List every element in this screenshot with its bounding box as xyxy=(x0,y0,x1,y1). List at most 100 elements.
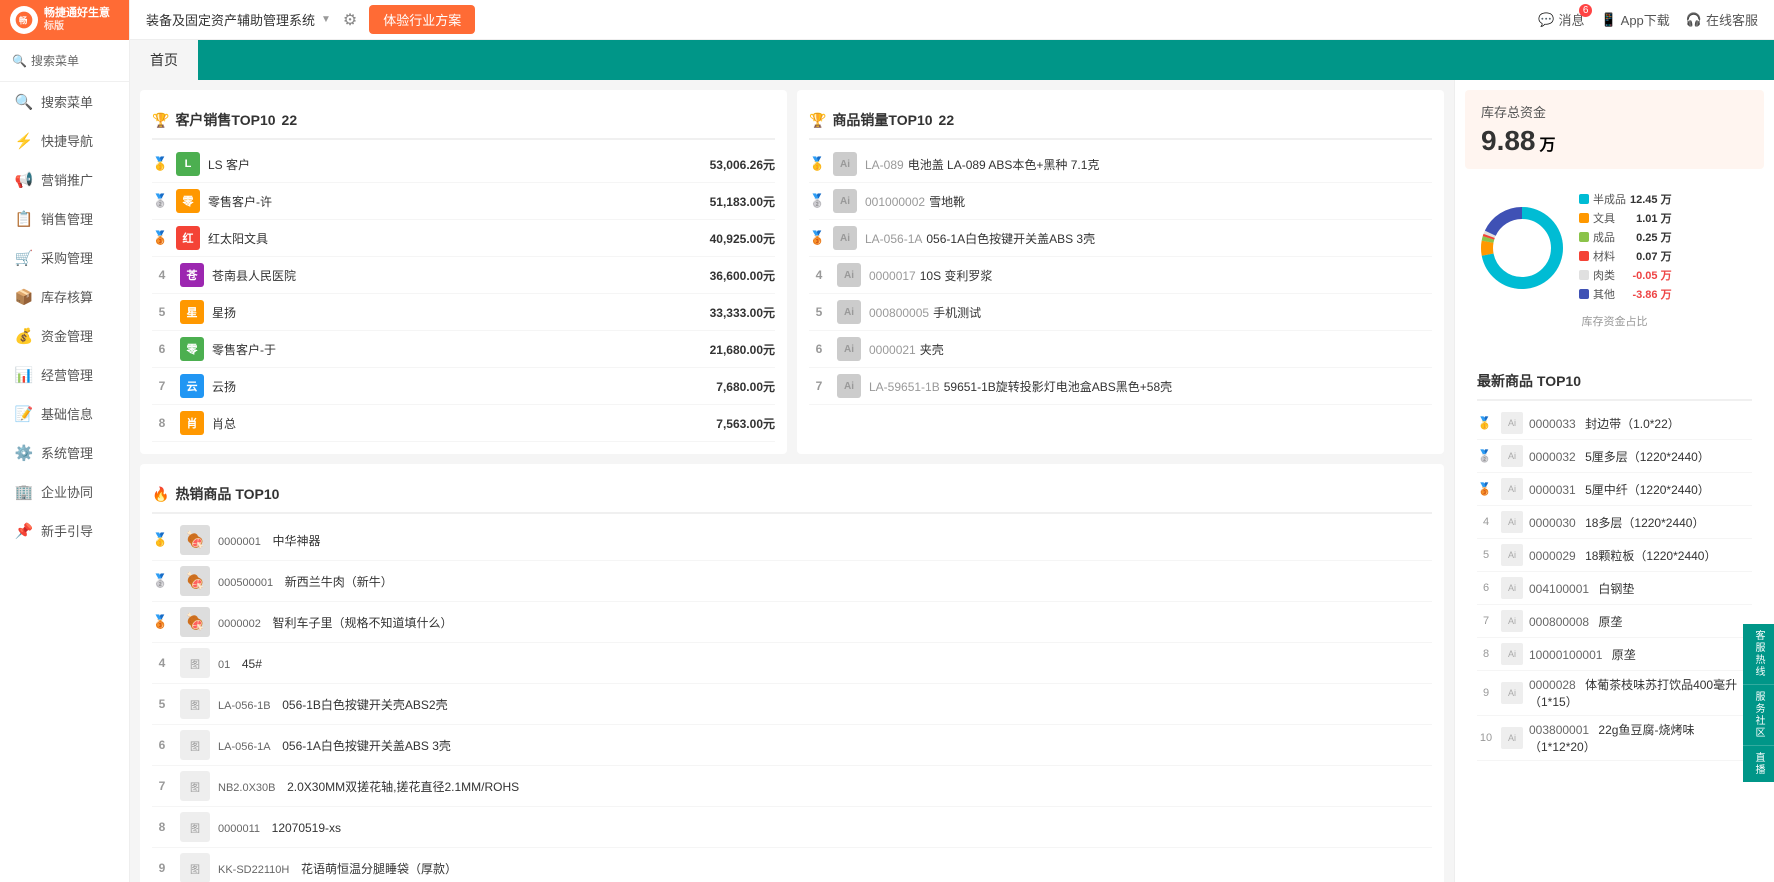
float-btn-0[interactable]: 客服热线 xyxy=(1743,624,1774,685)
sidebar-item-corp[interactable]: 🏢企业协同 xyxy=(0,472,129,511)
new-product-item: 7 Ai 000800008 原垄 xyxy=(1477,605,1752,638)
nav-icon-corp: 🏢 xyxy=(15,483,33,501)
new-product-item: 4 Ai 0000030 18多层（1220*2440） xyxy=(1477,506,1752,539)
rank-number: 4 xyxy=(152,268,172,282)
rank-number: 9 xyxy=(152,861,172,875)
settings-button[interactable]: ⚙ xyxy=(343,10,357,30)
medal-icon: 🥈 xyxy=(152,573,172,589)
product-rank-item: 🥈 Ai 001000002雪地靴 xyxy=(809,183,1432,220)
app-download-button[interactable]: 📱 App下载 xyxy=(1600,10,1669,29)
float-btn-1[interactable]: 服务社区 xyxy=(1743,685,1774,746)
search-icon: 🔍 xyxy=(12,54,27,68)
rank-number: 7 xyxy=(152,779,172,793)
product-image: Ai xyxy=(1501,727,1523,749)
rank-value: 33,333.00元 xyxy=(710,304,775,321)
new-products-title: 最新商品 TOP10 xyxy=(1477,371,1581,391)
rank-name: 0000021夹壳 xyxy=(869,341,1432,358)
rank-value: 7,563.00元 xyxy=(716,415,775,432)
sidebar-item-guide[interactable]: 📌新手引导 xyxy=(0,511,129,550)
hot-product-item: 🥇 🍖 0000001 中华神器 xyxy=(152,520,1432,561)
rank-name: LS 客户 xyxy=(208,156,702,173)
legend-value: 1.01 万 xyxy=(1636,210,1671,226)
sidebar-item-marketing[interactable]: 📢营销推广 xyxy=(0,160,129,199)
product-image: 图 xyxy=(180,689,210,719)
customer-rank-card: 🏆 客户销售TOP10 22 🥇 L LS 客户 53,006.26元 🥈 零 … xyxy=(140,90,787,454)
sidebar-item-inventory[interactable]: 📦库存核算 xyxy=(0,277,129,316)
search-menu-button[interactable]: 🔍 搜索菜单 xyxy=(8,48,121,73)
product-code: 0000032 xyxy=(1529,450,1576,464)
donut-chart xyxy=(1477,203,1567,293)
online-service-button[interactable]: 🎧 在线客服 xyxy=(1686,10,1758,29)
rank-item: 6 零 零售客户-于 21,680.00元 xyxy=(152,331,775,368)
sidebar-item-operation[interactable]: 📊经营管理 xyxy=(0,355,129,394)
sidebar-item-quicknav[interactable]: ⚡快捷导航 xyxy=(0,121,129,160)
nav-icon-guide: 📌 xyxy=(15,522,33,540)
product-info: 0000033 封边带（1.0*22） xyxy=(1529,415,1752,432)
product-info: 003800001 22g鱼豆腐-烧烤味（1*12*20） xyxy=(1529,721,1752,755)
nav-icon-inventory: 📦 xyxy=(15,288,33,306)
system-selector[interactable]: 装备及固定资产辅助管理系统 ▼ xyxy=(146,10,331,29)
rank-item: 🥈 零 零售客户-许 51,183.00元 xyxy=(152,183,775,220)
content-left: 🏆 客户销售TOP10 22 🥇 L LS 客户 53,006.26元 🥈 零 … xyxy=(130,80,1454,882)
product-image: 图 xyxy=(180,730,210,760)
legend-name: 文具 xyxy=(1593,210,1632,226)
sidebar: 畅 畅捷通好生意 标版 🔍 搜索菜单 🔍搜索菜单⚡快捷导航📢营销推广📋销售管理🛒… xyxy=(0,0,130,882)
product-image: Ai xyxy=(1501,610,1523,632)
rank-name: LA-59651-1B59651-1B旋转投影灯电池盒ABS黑色+58壳 xyxy=(869,378,1432,395)
rank-value: 7,680.00元 xyxy=(716,378,775,395)
product-image: Ai xyxy=(1501,643,1523,665)
product-name: 封边带（1.0*22） xyxy=(1585,417,1680,431)
hot-product-item: 4 图 01 45# xyxy=(152,643,1432,684)
medal-icon: 🥉 xyxy=(1477,482,1495,496)
product-image: 🍖 xyxy=(180,607,210,637)
inventory-card: 库存总资金 9.88 万 xyxy=(1465,90,1764,169)
rank-item: 🥉 红 红太阳文具 40,925.00元 xyxy=(152,220,775,257)
nav-icon-system: ⚙️ xyxy=(15,444,33,462)
product-info: 01 45# xyxy=(218,656,1432,671)
product-image: Ai xyxy=(1501,544,1523,566)
rank-avatar: 零 xyxy=(180,337,204,361)
product-code: NB2.0X30B xyxy=(218,782,275,794)
notifications-button[interactable]: 💬 消息 6 xyxy=(1538,10,1584,29)
medal-icon: 🥇 xyxy=(152,532,172,548)
rank-number: 4 xyxy=(809,268,829,282)
product-rank-card: 🏆 商品销量TOP10 22 🥇 Ai LA-089电池盖 LA-089 ABS… xyxy=(797,90,1444,454)
legend-name: 其他 xyxy=(1593,286,1628,302)
rank-number: 5 xyxy=(152,305,172,319)
product-rank-item: 🥇 Ai LA-089电池盖 LA-089 ABS本色+黑种 7.1克 xyxy=(809,146,1432,183)
content-area: 🏆 客户销售TOP10 22 🥇 L LS 客户 53,006.26元 🥈 零 … xyxy=(130,80,1774,882)
sidebar-item-finance[interactable]: 💰资金管理 xyxy=(0,316,129,355)
product-info: LA-056-1A 056-1A白色按键开关盖ABS 3壳 xyxy=(218,737,1432,754)
inventory-title: 库存总资金 xyxy=(1481,102,1748,121)
tab-home[interactable]: 首页 xyxy=(130,40,198,80)
medal-icon: 🥇 xyxy=(809,156,825,172)
sidebar-item-basic[interactable]: 📝基础信息 xyxy=(0,394,129,433)
product-name: 056-1B白色按键开关壳ABS2壳 xyxy=(282,698,447,712)
sidebar-item-sales[interactable]: 📋销售管理 xyxy=(0,199,129,238)
sidebar-item-system[interactable]: ⚙️系统管理 xyxy=(0,433,129,472)
rank-avatar: L xyxy=(176,152,200,176)
product-info: 0000001 中华神器 xyxy=(218,532,1432,549)
rank-item: 🥇 L LS 客户 53,006.26元 xyxy=(152,146,775,183)
product-info: 004100001 白钢垫 xyxy=(1529,580,1752,597)
legend-dot xyxy=(1579,194,1589,204)
rank-name: 红太阳文具 xyxy=(208,230,702,247)
new-products-list: 🥇 Ai 0000033 封边带（1.0*22） 🥈 Ai 0000032 5厘… xyxy=(1477,407,1752,761)
rank-number: 6 xyxy=(152,342,172,356)
product-code: 0000030 xyxy=(1529,516,1576,530)
hot-product-item: 9 图 KK-SD22110H 花语萌恒温分腿睡袋（厚款） xyxy=(152,848,1432,882)
rank-number: 10 xyxy=(1477,732,1495,744)
legend-value: 0.07 万 xyxy=(1636,248,1671,264)
float-btn-2[interactable]: 直播 xyxy=(1743,746,1774,782)
sidebar-item-purchase[interactable]: 🛒采购管理 xyxy=(0,238,129,277)
legend-value: -0.05 万 xyxy=(1632,267,1671,283)
rank-number: 8 xyxy=(152,820,172,834)
sidebar-item-search[interactable]: 🔍搜索菜单 xyxy=(0,82,129,121)
trial-button[interactable]: 体验行业方案 xyxy=(369,5,475,34)
new-product-item: 8 Ai 10000100001 原垄 xyxy=(1477,638,1752,671)
medal-icon: 🥉 xyxy=(152,614,172,630)
product-code: 0000033 xyxy=(1529,417,1576,431)
new-product-item: 10 Ai 003800001 22g鱼豆腐-烧烤味（1*12*20） xyxy=(1477,716,1752,761)
message-icon: 💬 xyxy=(1538,12,1554,28)
hot-product-item: 🥈 🍖 000500001 新西兰牛肉（新牛） xyxy=(152,561,1432,602)
